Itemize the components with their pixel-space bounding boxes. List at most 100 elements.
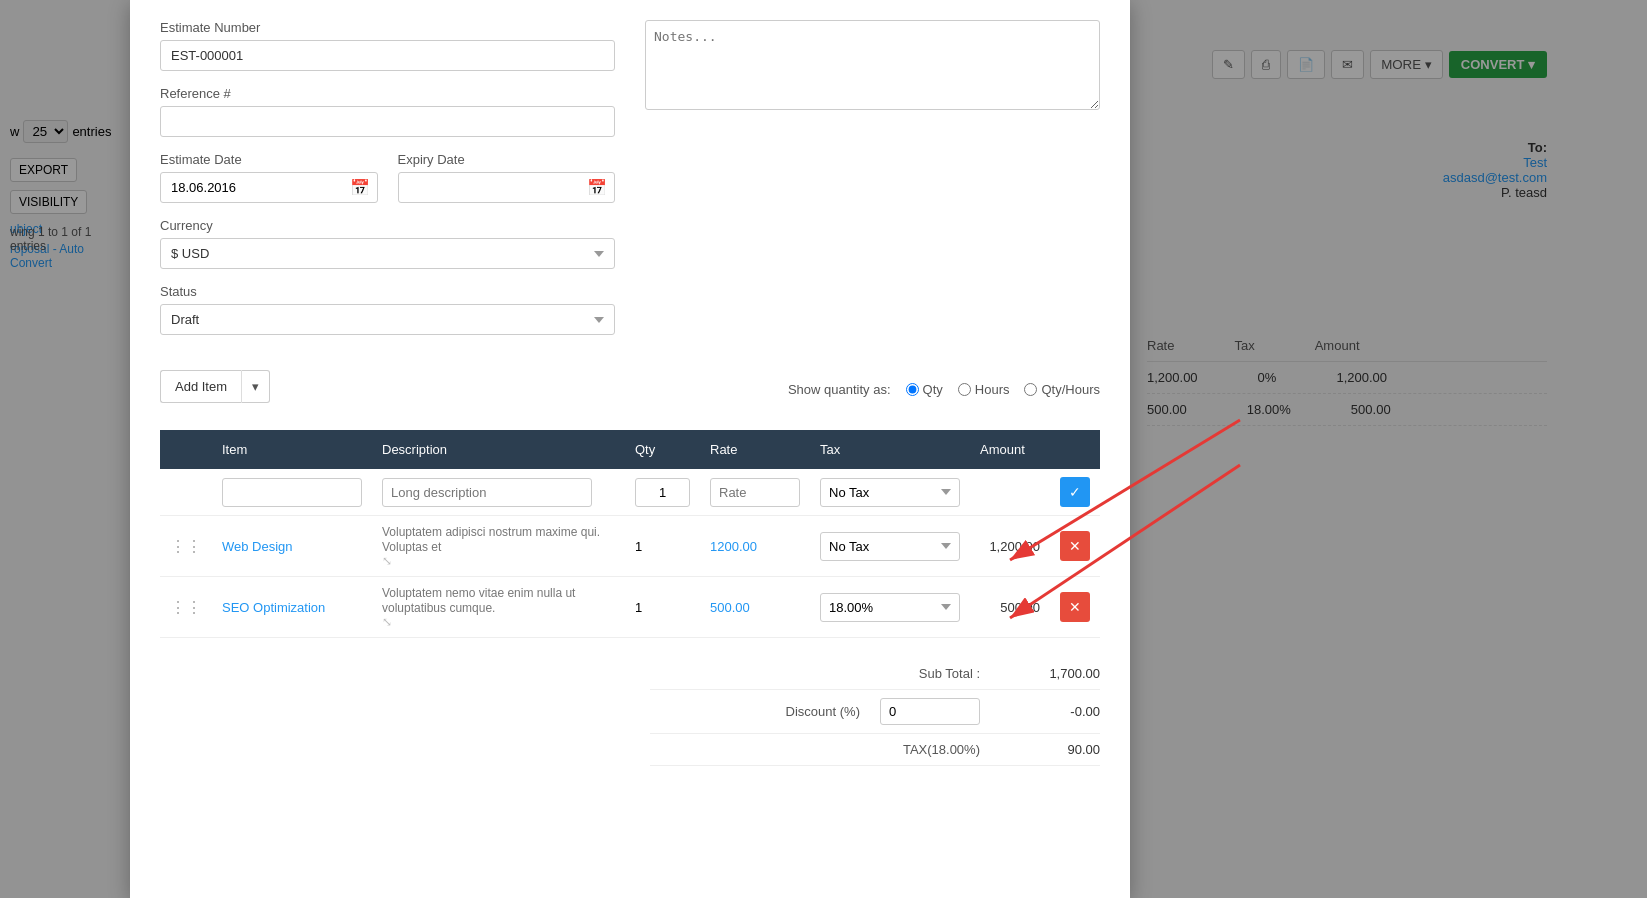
row1-desc-cell: Voluptatem adipisci nostrum maxime qui. … [372, 516, 625, 577]
estimate-number-label: Estimate Number [160, 20, 615, 35]
subtotal-label: Sub Total : [830, 666, 980, 681]
status-label: Status [160, 284, 615, 299]
table-row: ⋮⋮ SEO Optimization Voluptatem nemo vita… [160, 577, 1100, 638]
modal-top-row: Estimate Number Reference # Estimate Dat… [160, 20, 1100, 350]
hours-radio-option[interactable]: Hours [958, 382, 1010, 397]
estimate-date-input-wrapper: 📅 [160, 172, 378, 203]
estimate-date-input[interactable] [160, 172, 378, 203]
estimate-date-group: Estimate Date 📅 [160, 152, 378, 203]
row2-amount-cell: 500.00 [970, 577, 1050, 638]
drag-handle-icon[interactable]: ⋮⋮ [170, 538, 202, 555]
col-drag [160, 430, 212, 469]
col-amount: Amount [970, 430, 1050, 469]
expiry-date-input[interactable] [398, 172, 616, 203]
page-wrapper: ✎ ⎙ 📄 ✉ MORE ▾ CONVERT ▾ To: Test asdasd… [0, 0, 1647, 898]
col-description: Description [372, 430, 625, 469]
discount-input[interactable] [880, 698, 980, 725]
date-row: Estimate Date 📅 Expiry Date 📅 [160, 152, 615, 203]
expiry-date-input-wrapper: 📅 [398, 172, 616, 203]
new-item-check-button[interactable]: ✓ [1060, 477, 1090, 507]
row2-rate-cell: 500.00 [700, 577, 810, 638]
row2-qty-cell: 1 [625, 577, 700, 638]
modal: Estimate Number Reference # Estimate Dat… [130, 0, 1130, 898]
row1-item-name: Web Design [222, 539, 293, 554]
row2-action-cell: ✕ [1050, 577, 1100, 638]
row2-qty: 1 [635, 600, 642, 615]
modal-right-col [645, 20, 1100, 350]
row1-qty: 1 [635, 539, 642, 554]
subtotal-value: 1,700.00 [1000, 666, 1100, 681]
qty-radio[interactable] [906, 383, 919, 396]
expiry-date-calendar-icon[interactable]: 📅 [587, 178, 607, 197]
row2-item-name: SEO Optimization [222, 600, 325, 615]
estimate-number-input[interactable] [160, 40, 615, 71]
new-item-tax-cell: No Tax 18.00% [810, 469, 970, 516]
hours-radio[interactable] [958, 383, 971, 396]
new-item-row: No Tax 18.00% ✓ [160, 469, 1100, 516]
col-qty: Qty [625, 430, 700, 469]
row1-qty-cell: 1 [625, 516, 700, 577]
row1-drag[interactable]: ⋮⋮ [160, 516, 212, 577]
row1-rate: 1200.00 [710, 539, 757, 554]
qty-hours-radio-option[interactable]: Qty/Hours [1024, 382, 1100, 397]
new-item-qty-input[interactable] [635, 478, 690, 507]
add-item-button[interactable]: Add Item [160, 370, 241, 403]
tax-row: TAX(18.00%) 90.00 [650, 734, 1100, 766]
items-table-body: No Tax 18.00% ✓ ⋮⋮ [160, 469, 1100, 638]
qty-hours-radio[interactable] [1024, 383, 1037, 396]
reference-label: Reference # [160, 86, 615, 101]
new-item-desc-input[interactable] [382, 478, 592, 507]
tax-value: 90.00 [1000, 742, 1100, 757]
row2-amount: 500.00 [1000, 600, 1040, 615]
notes-textarea[interactable] [645, 20, 1100, 110]
row1-delete-button[interactable]: ✕ [1060, 531, 1090, 561]
reference-input[interactable] [160, 106, 615, 137]
row2-rate: 500.00 [710, 600, 750, 615]
col-tax: Tax [810, 430, 970, 469]
expiry-date-label: Expiry Date [398, 152, 616, 167]
show-qty-row: Show quantity as: Qty Hours Qty/Hours [788, 382, 1100, 397]
col-action [1050, 430, 1100, 469]
add-item-button-group: Add Item ▾ [160, 370, 270, 403]
new-item-amount-cell [970, 469, 1050, 516]
row1-amount: 1,200.00 [989, 539, 1040, 554]
col-rate: Rate [700, 430, 810, 469]
currency-select[interactable]: $ USD [160, 238, 615, 269]
discount-amount: -0.00 [1000, 704, 1100, 719]
col-item: Item [212, 430, 372, 469]
qty-radio-option[interactable]: Qty [906, 382, 943, 397]
new-item-name-input[interactable] [222, 478, 362, 507]
row1-rate-cell: 1200.00 [700, 516, 810, 577]
show-qty-label: Show quantity as: [788, 382, 891, 397]
row1-desc: Voluptatem adipisci nostrum maxime qui. … [382, 525, 600, 554]
estimate-date-label: Estimate Date [160, 152, 378, 167]
row2-delete-button[interactable]: ✕ [1060, 592, 1090, 622]
row2-tax-select[interactable]: No Tax 18.00% [820, 593, 960, 622]
estimate-date-calendar-icon[interactable]: 📅 [350, 178, 370, 197]
estimate-number-group: Estimate Number [160, 20, 615, 71]
new-item-tax-select[interactable]: No Tax 18.00% [820, 478, 960, 507]
row1-tax-select[interactable]: No Tax 18.00% [820, 532, 960, 561]
new-item-action-cell: ✓ [1050, 469, 1100, 516]
modal-left-col: Estimate Number Reference # Estimate Dat… [160, 20, 615, 350]
row1-resize-handle[interactable]: ⤡ [382, 554, 615, 568]
currency-group: Currency $ USD [160, 218, 615, 269]
hours-option-label: Hours [975, 382, 1010, 397]
row1-amount-cell: 1,200.00 [970, 516, 1050, 577]
tax-label: TAX(18.00%) [830, 742, 980, 757]
modal-inner: Estimate Number Reference # Estimate Dat… [130, 0, 1130, 806]
status-select[interactable]: Draft Sent Accepted [160, 304, 615, 335]
row2-resize-handle[interactable]: ⤡ [382, 615, 615, 629]
row2-drag[interactable]: ⋮⋮ [160, 577, 212, 638]
totals-section: Sub Total : 1,700.00 Discount (%) -0.00 … [160, 658, 1100, 766]
new-item-rate-input[interactable] [710, 478, 800, 507]
items-table: Item Description Qty Rate Tax Amount [160, 430, 1100, 638]
discount-label: Discount (%) [710, 704, 860, 719]
add-item-dropdown-button[interactable]: ▾ [241, 370, 270, 403]
row2-item-cell: SEO Optimization [212, 577, 372, 638]
drag-handle-icon[interactable]: ⋮⋮ [170, 599, 202, 616]
items-table-header: Item Description Qty Rate Tax Amount [160, 430, 1100, 469]
expiry-date-group: Expiry Date 📅 [398, 152, 616, 203]
new-item-qty-cell [625, 469, 700, 516]
new-item-name-cell [212, 469, 372, 516]
